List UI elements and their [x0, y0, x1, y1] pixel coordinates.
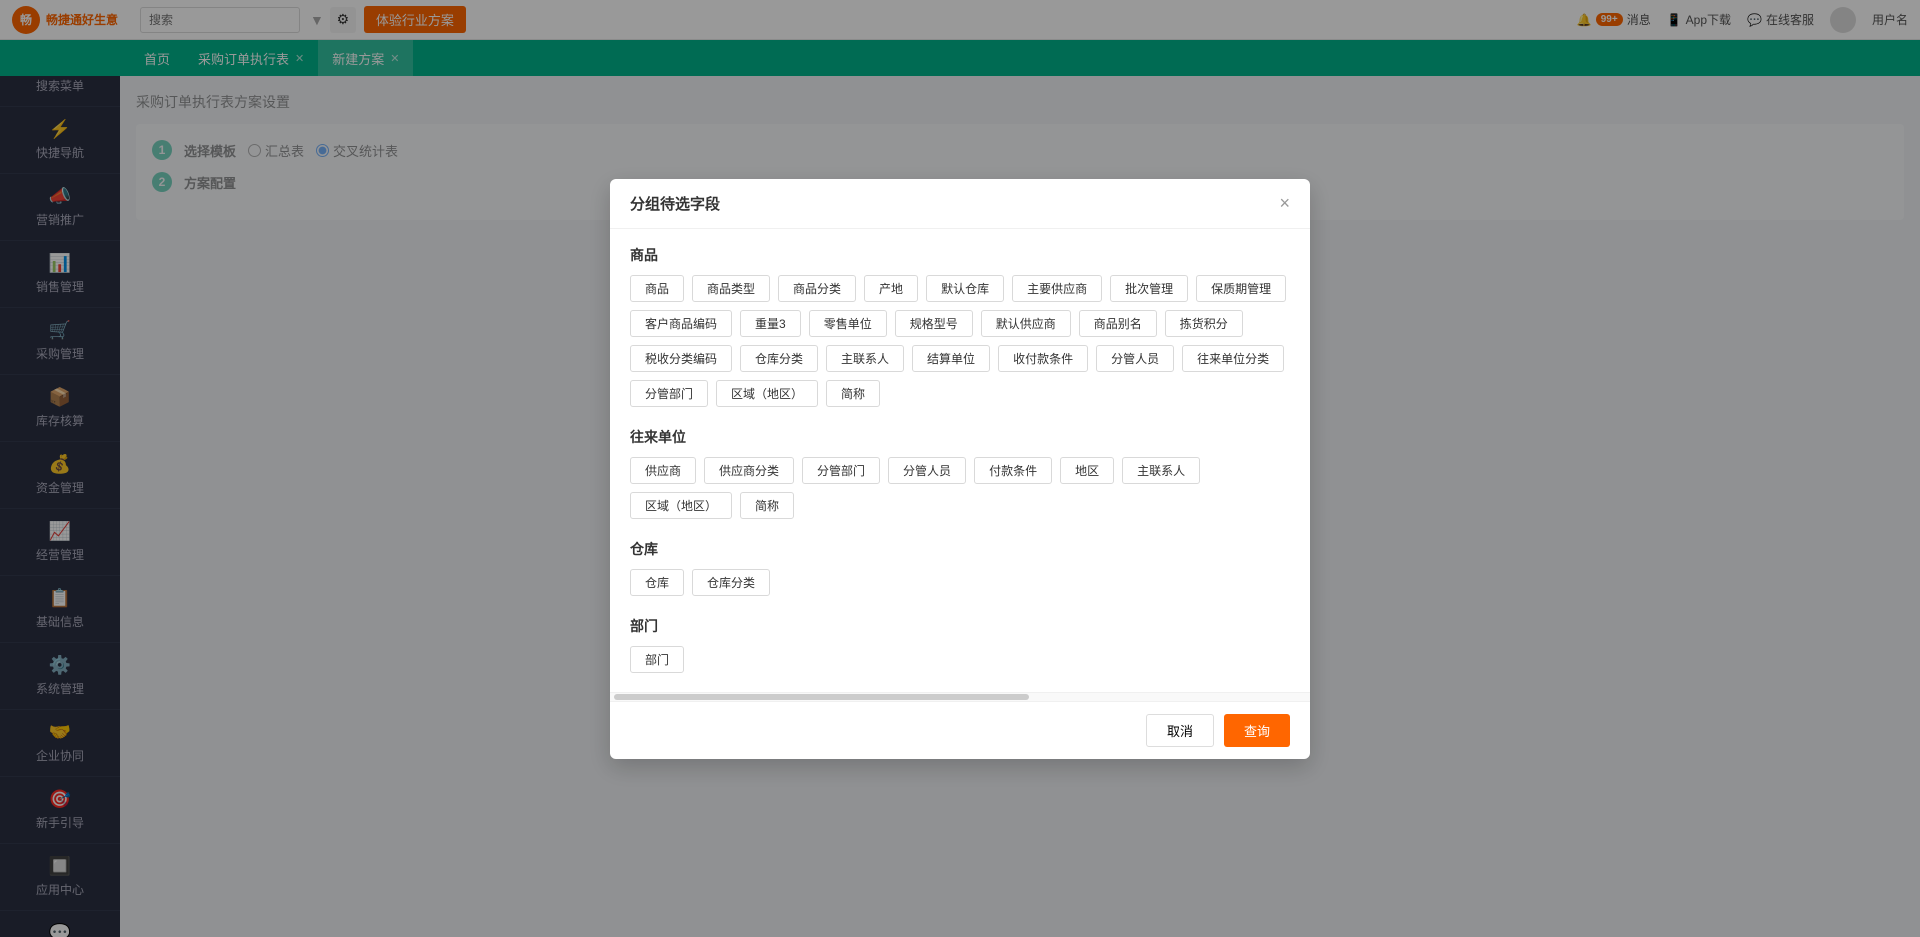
field-tag[interactable]: 分管人员 [1096, 345, 1174, 372]
section-department-tags: 部门 [630, 646, 1290, 673]
field-tag[interactable]: 地区 [1060, 457, 1114, 484]
field-tag[interactable]: 商品类型 [692, 275, 770, 302]
section-partner: 往来单位 供应商供应商分类分管部门分管人员付款条件地区主联系人区域（地区） 简称 [630, 427, 1290, 519]
modal-hscroll [610, 692, 1310, 700]
field-tag[interactable]: 规格型号 [895, 310, 973, 337]
modal-close-button[interactable]: × [1279, 193, 1290, 214]
field-tag[interactable]: 结算单位 [912, 345, 990, 372]
field-tag[interactable]: 仓库 [630, 569, 684, 596]
field-tag[interactable]: 拣货积分 [1165, 310, 1243, 337]
modal-overlay: 分组待选字段 × 商品 商品商品类型商品分类产地默认仓库主要供应商批次管理保质期… [0, 0, 1920, 937]
field-tag[interactable]: 零售单位 [809, 310, 887, 337]
field-tag[interactable]: 仓库分类 [692, 569, 770, 596]
field-tag[interactable]: 简称 [826, 380, 880, 407]
field-tag[interactable]: 重量3 [740, 310, 801, 337]
section-department-title: 部门 [630, 616, 1290, 636]
field-tag[interactable]: 供应商分类 [704, 457, 794, 484]
field-tag[interactable]: 分管人员 [888, 457, 966, 484]
field-tag[interactable]: 主联系人 [826, 345, 904, 372]
field-tag[interactable]: 商品别名 [1079, 310, 1157, 337]
modal-title: 分组待选字段 [630, 193, 720, 214]
field-tag[interactable]: 往来单位分类 [1182, 345, 1284, 372]
field-tag[interactable]: 主要供应商 [1012, 275, 1102, 302]
field-tag[interactable]: 产地 [864, 275, 918, 302]
section-warehouse-tags: 仓库仓库分类 [630, 569, 1290, 596]
modal-header: 分组待选字段 × [610, 179, 1310, 229]
field-tag[interactable]: 付款条件 [974, 457, 1052, 484]
field-tag[interactable]: 简称 [740, 492, 794, 519]
section-department: 部门 部门 [630, 616, 1290, 673]
field-tag[interactable]: 商品分类 [778, 275, 856, 302]
section-partner-tags: 供应商供应商分类分管部门分管人员付款条件地区主联系人区域（地区） 简称 [630, 457, 1290, 519]
field-tag[interactable]: 税收分类编码 [630, 345, 732, 372]
field-tag[interactable]: 默认仓库 [926, 275, 1004, 302]
field-tag[interactable]: 分管部门 [802, 457, 880, 484]
section-warehouse: 仓库 仓库仓库分类 [630, 539, 1290, 596]
section-warehouse-title: 仓库 [630, 539, 1290, 559]
hscroll-thumb [614, 694, 1029, 700]
field-tag[interactable]: 供应商 [630, 457, 696, 484]
modal: 分组待选字段 × 商品 商品商品类型商品分类产地默认仓库主要供应商批次管理保质期… [610, 179, 1310, 759]
section-goods: 商品 商品商品类型商品分类产地默认仓库主要供应商批次管理保质期管理客户商品编码重… [630, 245, 1290, 407]
field-tag[interactable]: 区域（地区） [716, 380, 818, 407]
cancel-button[interactable]: 取消 [1146, 714, 1214, 747]
field-tag[interactable]: 商品 [630, 275, 684, 302]
field-tag[interactable]: 默认供应商 [981, 310, 1071, 337]
field-tag[interactable]: 批次管理 [1110, 275, 1188, 302]
modal-footer: 取消 查询 [610, 701, 1310, 759]
section-goods-tags: 商品商品类型商品分类产地默认仓库主要供应商批次管理保质期管理客户商品编码重量3 零… [630, 275, 1290, 407]
field-tag[interactable]: 主联系人 [1122, 457, 1200, 484]
field-tag[interactable]: 分管部门 [630, 380, 708, 407]
modal-body: 商品 商品商品类型商品分类产地默认仓库主要供应商批次管理保质期管理客户商品编码重… [610, 229, 1310, 693]
field-tag[interactable]: 保质期管理 [1196, 275, 1286, 302]
field-tag[interactable]: 部门 [630, 646, 684, 673]
section-partner-title: 往来单位 [630, 427, 1290, 447]
field-tag[interactable]: 客户商品编码 [630, 310, 732, 337]
field-tag[interactable]: 收付款条件 [998, 345, 1088, 372]
confirm-button[interactable]: 查询 [1224, 714, 1290, 747]
field-tag[interactable]: 区域（地区） [630, 492, 732, 519]
section-goods-title: 商品 [630, 245, 1290, 265]
field-tag[interactable]: 仓库分类 [740, 345, 818, 372]
